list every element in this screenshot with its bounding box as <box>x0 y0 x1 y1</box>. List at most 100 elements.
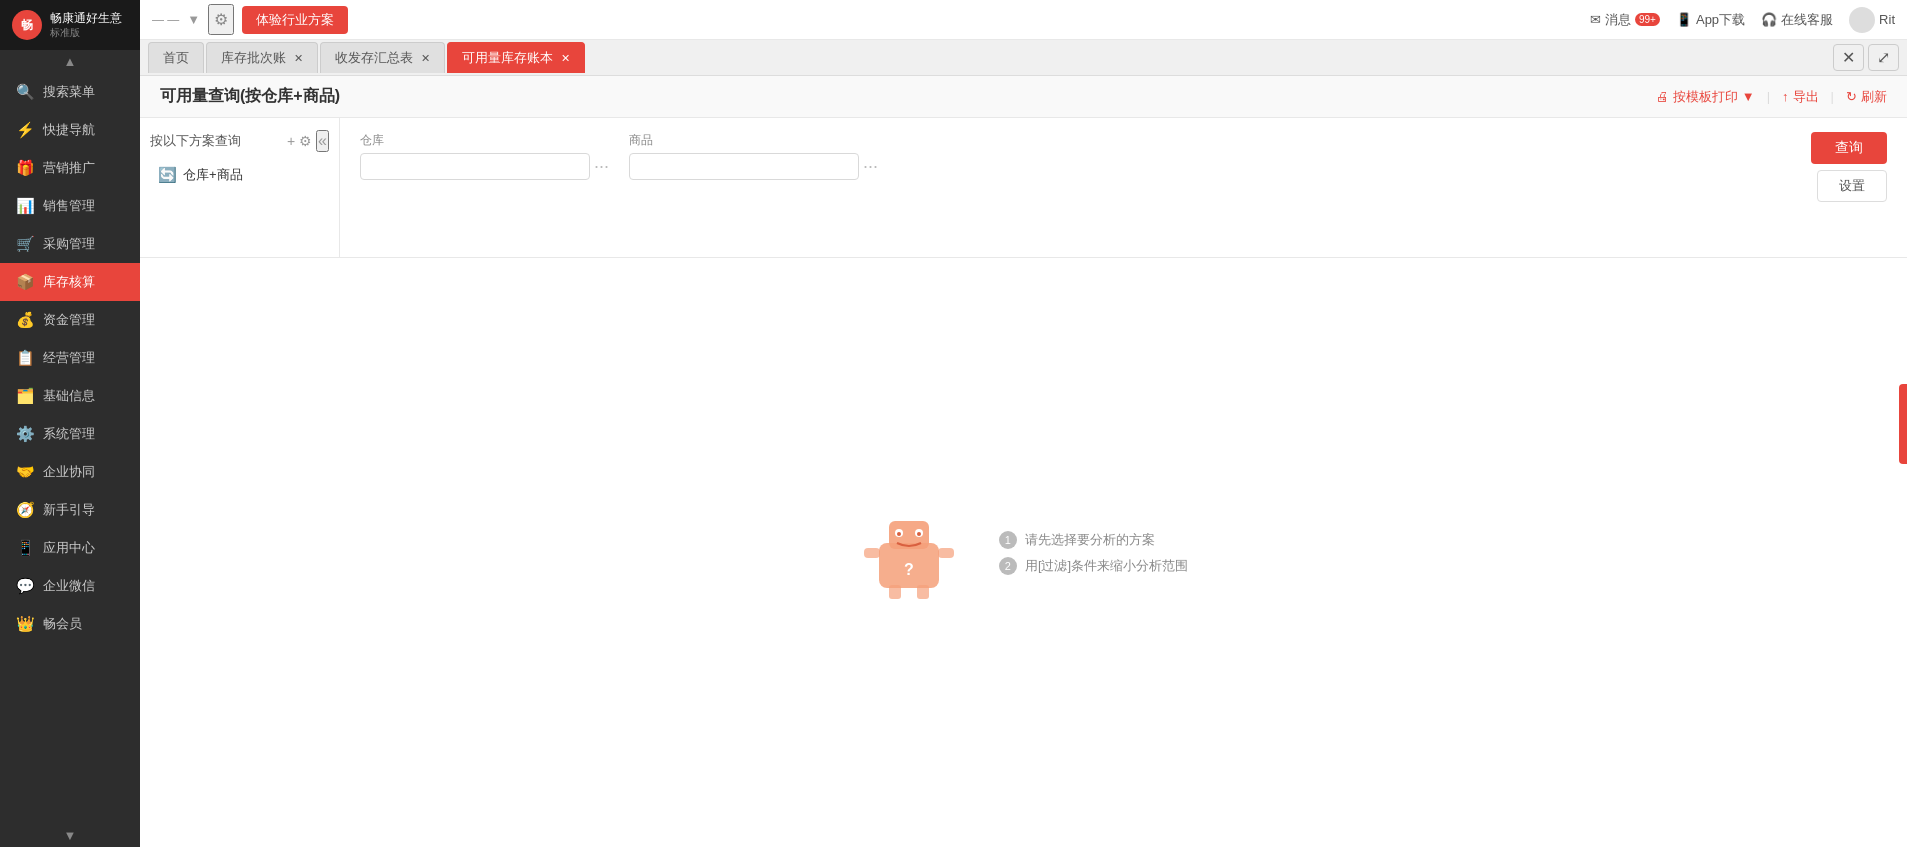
filter-option-warehouse-goods[interactable]: 🔄 仓库+商品 <box>150 160 329 190</box>
print-label: 按模板打印 <box>1673 88 1738 106</box>
breadcrumb-text: — — <box>152 13 179 27</box>
sidebar-item-marketing[interactable]: 🎁 营销推广 <box>0 149 140 187</box>
export-button[interactable]: ↑ 导出 <box>1782 88 1819 106</box>
sidebar-logo: 畅 <box>12 10 42 40</box>
right-scroll-indicator[interactable] <box>1899 384 1907 464</box>
filter-area: 按以下方案查询 + ⚙ « 🔄 仓库+商品 仓库 <box>140 118 1907 258</box>
sidebar-item-sales[interactable]: 📊 销售管理 <box>0 187 140 225</box>
sidebar-item-label: 销售管理 <box>43 197 95 215</box>
add-scheme-button[interactable]: + <box>287 130 295 152</box>
robot-svg: ? <box>859 503 959 603</box>
tab-close-icon[interactable]: ✕ <box>294 52 303 65</box>
sidebar-header: 畅 畅康通好生意 标准版 <box>0 0 140 50</box>
sidebar-item-label: 资金管理 <box>43 311 95 329</box>
tab-available-ledger[interactable]: 可用量库存账本 ✕ <box>447 42 585 73</box>
sidebar-item-system[interactable]: ⚙️ 系统管理 <box>0 415 140 453</box>
settings-button[interactable]: 设置 <box>1817 170 1887 202</box>
filter-action-buttons: 查询 设置 <box>1811 118 1907 257</box>
export-icon: ↑ <box>1782 89 1789 104</box>
sidebar-item-enterprise[interactable]: 🤝 企业协同 <box>0 453 140 491</box>
sidebar-item-inventory[interactable]: 📦 库存核算 <box>0 263 140 301</box>
brand-sub: 标准版 <box>50 26 122 39</box>
sidebar-item-label: 应用中心 <box>43 539 95 557</box>
shortcut-icon: ⚡ <box>16 121 35 139</box>
warehouse-label: 仓库 <box>360 132 609 149</box>
tabs-actions: ✕ ⤢ <box>1833 44 1899 71</box>
goods-more-button[interactable]: ··· <box>863 156 878 177</box>
tab-home[interactable]: 首页 <box>148 42 204 73</box>
scheme-settings-button[interactable]: ⚙ <box>299 130 312 152</box>
goods-input-row: ··· <box>629 153 878 180</box>
svg-rect-6 <box>889 585 901 599</box>
svg-rect-9 <box>938 548 954 558</box>
svg-rect-7 <box>917 585 929 599</box>
empty-illustration: ? <box>859 503 959 603</box>
filter-option-label: 仓库+商品 <box>183 166 243 184</box>
online-service-button[interactable]: 🎧 在线客服 <box>1761 11 1833 29</box>
app-download-button[interactable]: 📱 App下载 <box>1676 11 1745 29</box>
tip-1-text: 请先选择要分析的方案 <box>1025 531 1155 549</box>
message-button[interactable]: ✉ 消息 99+ <box>1590 11 1660 29</box>
refresh-button[interactable]: ↻ 刷新 <box>1846 88 1887 106</box>
sidebar-item-vip[interactable]: 👑 畅会员 <box>0 605 140 643</box>
export-label: 导出 <box>1793 88 1819 106</box>
tab-batch-ledger[interactable]: 库存批次账 ✕ <box>206 42 318 73</box>
sidebar-item-label: 经营管理 <box>43 349 95 367</box>
goods-label: 商品 <box>629 132 878 149</box>
warehouse-input[interactable] <box>360 153 590 180</box>
chart-icon: 📊 <box>16 197 35 215</box>
money-icon: 💰 <box>16 311 35 329</box>
dropdown-icon: ▼ <box>1742 89 1755 104</box>
sidebar-item-shortcut[interactable]: ⚡ 快捷导航 <box>0 111 140 149</box>
sidebar-item-search[interactable]: 🔍 搜索菜单 <box>0 73 140 111</box>
sidebar-item-finance[interactable]: 💰 资金管理 <box>0 301 140 339</box>
tab-close-icon[interactable]: ✕ <box>421 52 430 65</box>
topbar-right: ✉ 消息 99+ 📱 App下载 🎧 在线客服 Rit <box>1590 7 1895 33</box>
user-name: Rit <box>1879 12 1895 27</box>
sidebar-brand: 畅康通好生意 标准版 <box>50 11 122 40</box>
tab-close-all-button[interactable]: ✕ <box>1833 44 1864 71</box>
tab-inventory-summary[interactable]: 收发存汇总表 ✕ <box>320 42 445 73</box>
tip-2-number: 2 <box>999 557 1017 575</box>
topbar-gear-button[interactable]: ⚙ <box>208 4 234 35</box>
tab-maximize-button[interactable]: ⤢ <box>1868 44 1899 71</box>
message-label: 消息 <box>1605 11 1631 29</box>
trial-button[interactable]: 体验行业方案 <box>242 6 348 34</box>
sidebar-scroll-up[interactable]: ▲ <box>0 50 140 73</box>
sidebar: 畅 畅康通好生意 标准版 ▲ 🔍 搜索菜单 ⚡ 快捷导航 🎁 营销推广 📊 销售… <box>0 0 140 847</box>
dropdown-arrow[interactable]: ▼ <box>187 12 200 27</box>
sidebar-item-label: 基础信息 <box>43 387 95 405</box>
print-button[interactable]: 🖨 按模板打印 ▼ <box>1656 88 1755 106</box>
refresh-label: 刷新 <box>1861 88 1887 106</box>
sidebar-item-label: 营销推广 <box>43 159 95 177</box>
cart-icon: 🛒 <box>16 235 35 253</box>
main-area: — — ▼ ⚙ 体验行业方案 ✉ 消息 99+ 📱 App下载 🎧 在线客服 R… <box>140 0 1907 847</box>
handshake-icon: 🤝 <box>16 463 35 481</box>
sidebar-menu: 🔍 搜索菜单 ⚡ 快捷导航 🎁 营销推广 📊 销售管理 🛒 采购管理 📦 库存核… <box>0 73 140 824</box>
sidebar-item-wechat[interactable]: 💬 企业微信 <box>0 567 140 605</box>
svg-text:?: ? <box>904 561 914 578</box>
sidebar-item-purchase[interactable]: 🛒 采购管理 <box>0 225 140 263</box>
sidebar-item-app[interactable]: 📱 应用中心 <box>0 529 140 567</box>
sidebar-item-operation[interactable]: 📋 经营管理 <box>0 339 140 377</box>
sidebar-item-label: 快捷导航 <box>43 121 95 139</box>
message-icon: ✉ <box>1590 12 1601 27</box>
sidebar-scroll-down[interactable]: ▼ <box>0 824 140 847</box>
sidebar-item-label: 库存核算 <box>43 273 95 291</box>
sidebar-item-guide[interactable]: 🧭 新手引导 <box>0 491 140 529</box>
search-icon: 🔍 <box>16 83 35 101</box>
goods-input[interactable] <box>629 153 859 180</box>
wechat-icon: 💬 <box>16 577 35 595</box>
tab-close-icon[interactable]: ✕ <box>561 52 570 65</box>
warehouse-more-button[interactable]: ··· <box>594 156 609 177</box>
sidebar-item-basic[interactable]: 🗂️ 基础信息 <box>0 377 140 415</box>
query-button[interactable]: 查询 <box>1811 132 1887 164</box>
user-menu[interactable]: Rit <box>1849 7 1895 33</box>
collapse-button[interactable]: « <box>316 130 329 152</box>
app-label: App下载 <box>1696 11 1745 29</box>
page-title: 可用量查询(按仓库+商品) <box>160 86 340 107</box>
crown-icon: 👑 <box>16 615 35 633</box>
svg-point-4 <box>897 532 901 536</box>
filter-sidebar: 按以下方案查询 + ⚙ « 🔄 仓库+商品 <box>140 118 340 257</box>
filter-sidebar-title: 按以下方案查询 <box>150 132 241 150</box>
